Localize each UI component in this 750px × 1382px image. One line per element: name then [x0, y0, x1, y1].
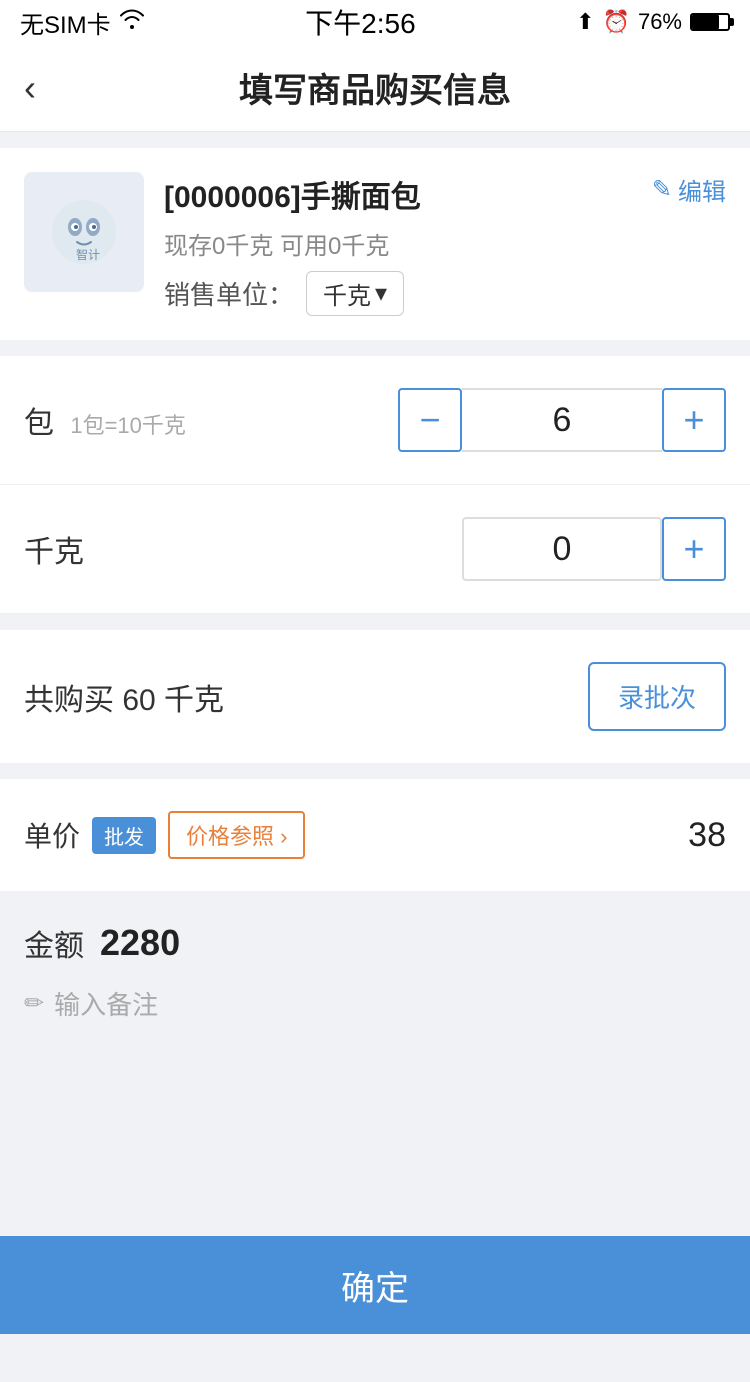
alarm-icon: ⏰: [603, 9, 630, 35]
status-right: ⬆ ⏰ 76%: [576, 9, 730, 35]
product-stock: 现存0千克 可用0千克: [164, 226, 726, 261]
bao-hint: 1包=10千克: [70, 413, 186, 438]
amount-section: 金额 2280 ✏ 输入备注: [0, 891, 750, 1042]
kg-increment-button[interactable]: +: [662, 517, 726, 581]
price-label: 单价 批发 价格参照 ›: [24, 811, 305, 859]
product-card: 智计 [0000006]手撕面包 现存0千克 可用0千克 销售单位： 千克 ▾ …: [0, 148, 750, 340]
price-reference-button[interactable]: 价格参照 ›: [168, 811, 305, 859]
confirm-button[interactable]: 确定: [0, 1236, 750, 1334]
unit-label: 销售单位：: [164, 275, 294, 312]
quantity-section: 包 1包=10千克 − + 千克 +: [0, 356, 750, 614]
kg-row: 千克 +: [0, 485, 750, 614]
location-icon: ⬆: [576, 9, 594, 35]
note-row[interactable]: ✏ 输入备注: [24, 985, 726, 1022]
bao-control: − +: [398, 388, 726, 452]
page-title: 填写商品购买信息: [239, 63, 511, 112]
batch-button[interactable]: 录批次: [588, 662, 726, 731]
price-row: 单价 批发 价格参照 › 38: [24, 811, 726, 859]
back-button[interactable]: ‹: [24, 67, 36, 109]
product-image: 智计: [24, 172, 144, 292]
battery-icon: [690, 13, 730, 31]
price-badge: 批发: [92, 817, 156, 854]
status-left: 无SIM卡: [20, 5, 145, 40]
bao-row: 包 1包=10千克 − +: [0, 356, 750, 485]
product-info: [0000006]手撕面包 现存0千克 可用0千克 销售单位： 千克 ▾: [164, 172, 726, 316]
summary-text: 共购买 60 千克: [24, 675, 224, 719]
note-label[interactable]: 输入备注: [54, 985, 158, 1022]
battery-percent: 76%: [638, 9, 682, 35]
product-name: [0000006]手撕面包: [164, 172, 726, 216]
summary-row: 共购买 60 千克 录批次: [0, 630, 750, 763]
status-time: 下午2:56: [305, 2, 416, 42]
pencil-icon: ✏: [24, 989, 44, 1018]
svg-text:智计: 智计: [76, 247, 100, 262]
edit-icon: ✎: [652, 175, 672, 204]
unit-select[interactable]: 千克 ▾: [306, 271, 404, 316]
carrier-label: 无SIM卡: [20, 5, 111, 40]
bao-increment-button[interactable]: +: [662, 388, 726, 452]
wifi-icon: [119, 8, 145, 36]
bao-decrement-button[interactable]: −: [398, 388, 462, 452]
edit-button[interactable]: ✎ 编辑: [652, 172, 726, 207]
bao-input[interactable]: [462, 388, 662, 452]
bao-label: 包 1包=10千克: [24, 398, 398, 442]
status-bar: 无SIM卡 下午2:56 ⬆ ⏰ 76%: [0, 0, 750, 44]
product-unit-row: 销售单位： 千克 ▾: [164, 271, 726, 316]
price-section: 单价 批发 价格参照 › 38: [0, 779, 750, 891]
nav-bar: ‹ 填写商品购买信息: [0, 44, 750, 132]
kg-label: 千克: [24, 527, 462, 571]
amount-label: 金额: [24, 921, 84, 965]
price-value: 38: [688, 816, 726, 855]
amount-row: 金额 2280: [24, 921, 726, 965]
kg-control: +: [462, 517, 726, 581]
kg-input[interactable]: [462, 517, 662, 581]
amount-value: 2280: [100, 922, 180, 964]
